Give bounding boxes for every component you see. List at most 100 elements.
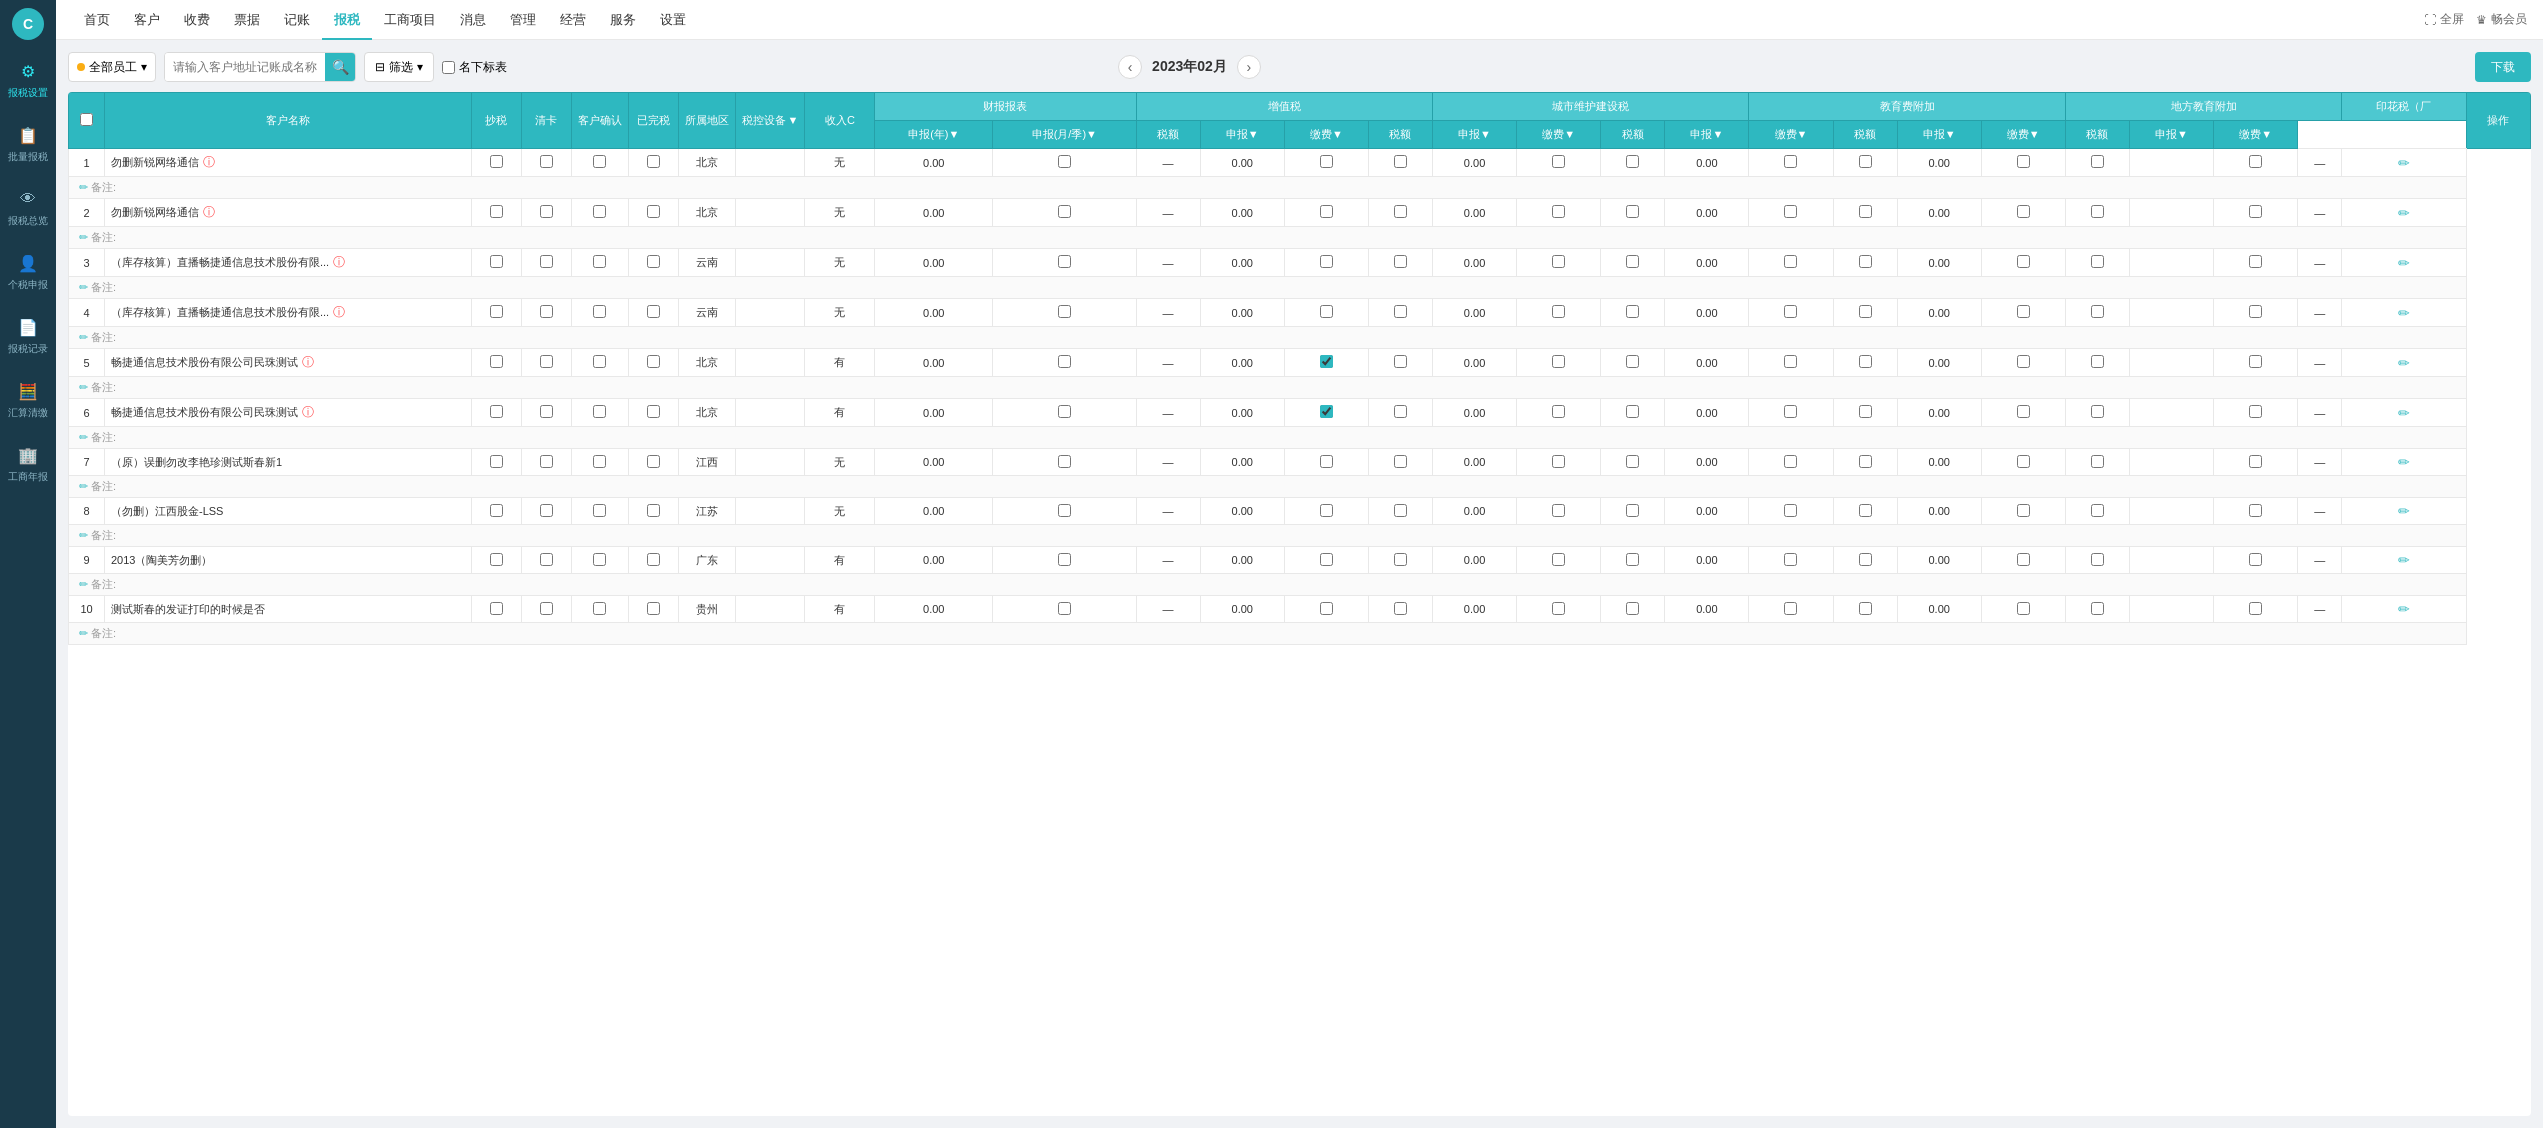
cell-yh-jiaofei[interactable]: — (2298, 199, 2342, 227)
cell-zzs-jiaofei[interactable] (1368, 149, 1432, 177)
jy-jiaofei-cb[interactable] (1859, 205, 1872, 218)
zzs-shenbao-cb[interactable] (1320, 553, 1333, 566)
df-jiaofei-cb[interactable] (2091, 155, 2104, 168)
confirm-checkbox[interactable] (593, 305, 606, 318)
cell-chaoshui[interactable] (471, 199, 521, 227)
jy-jiaofei-cb[interactable] (1859, 602, 1872, 615)
cell-jy-jiaofei[interactable] (1833, 299, 1897, 327)
qingka-checkbox[interactable] (540, 405, 553, 418)
cell-paid[interactable] (628, 498, 678, 525)
nav-service[interactable]: 服务 (598, 0, 648, 40)
cell-yh-jiaofei[interactable]: — (2298, 596, 2342, 623)
zzs-jiaofei-cb[interactable] (1394, 255, 1407, 268)
cell-chaoshui[interactable] (471, 547, 521, 574)
note-edit-icon[interactable]: ✏ (79, 331, 88, 343)
nav-customer[interactable]: 客户 (122, 0, 172, 40)
nav-message[interactable]: 消息 (448, 0, 498, 40)
cell-cs-shenbao[interactable] (1517, 449, 1601, 476)
zzs-shenbao-cb[interactable] (1320, 504, 1333, 517)
jy-jiaofei-cb[interactable] (1859, 305, 1872, 318)
cell-cs-jiaofei[interactable] (1601, 399, 1665, 427)
cell-chaoshui[interactable] (471, 149, 521, 177)
cell-yh-shenbao[interactable] (2214, 349, 2298, 377)
cell-cs-jiaofei[interactable] (1601, 299, 1665, 327)
confirm-checkbox[interactable] (593, 504, 606, 517)
jy-jiaofei-cb[interactable] (1859, 255, 1872, 268)
th-caibao-month[interactable]: 申报(月/季)▼ (993, 121, 1136, 149)
zzs-shenbao-cb[interactable] (1320, 602, 1333, 615)
cell-cs-jiaofei[interactable] (1601, 249, 1665, 277)
edit-icon[interactable]: ✏ (2398, 305, 2410, 321)
cs-shenbao-cb[interactable] (1552, 602, 1565, 615)
cell-jy-shenbao[interactable] (1749, 498, 1833, 525)
cell-jy-jiaofei[interactable] (1833, 349, 1897, 377)
jy-shenbao-cb[interactable] (1784, 355, 1797, 368)
qingka-checkbox[interactable] (540, 205, 553, 218)
qingka-checkbox[interactable] (540, 355, 553, 368)
cell-zzs-jiaofei[interactable] (1368, 596, 1432, 623)
cell-df-jiaofei[interactable] (2065, 199, 2129, 227)
cs-shenbao-cb[interactable] (1552, 255, 1565, 268)
cell-yh-shenbao[interactable] (2214, 596, 2298, 623)
edit-icon[interactable]: ✏ (2398, 454, 2410, 470)
edit-icon[interactable]: ✏ (2398, 601, 2410, 617)
cell-df-jiaofei[interactable] (2065, 349, 2129, 377)
cell-paid[interactable] (628, 299, 678, 327)
edit-icon[interactable]: ✏ (2398, 255, 2410, 271)
cell-action[interactable]: ✏ (2342, 498, 2467, 525)
cs-shenbao-cb[interactable] (1552, 305, 1565, 318)
zzs-shenbao-cb[interactable] (1320, 405, 1333, 418)
confirm-checkbox[interactable] (593, 355, 606, 368)
sidebar-item-baoshui-jilu[interactable]: 📄 报税记录 (0, 304, 56, 368)
cs-jiaofei-cb[interactable] (1626, 355, 1639, 368)
jy-jiaofei-cb[interactable] (1859, 504, 1872, 517)
cell-zzs-jiaofei[interactable] (1368, 399, 1432, 427)
nav-tax[interactable]: 报税 (322, 0, 372, 40)
note-edit-icon[interactable]: ✏ (79, 627, 88, 639)
cell-cs-jiaofei[interactable] (1601, 199, 1665, 227)
cell-df-jiaofei[interactable] (2065, 547, 2129, 574)
employee-filter[interactable]: 全部员工 ▾ (68, 52, 156, 82)
cell-jy-shenbao[interactable] (1749, 199, 1833, 227)
cell-df-shenbao[interactable] (1981, 199, 2065, 227)
df-shenbao-cb[interactable] (2017, 355, 2030, 368)
th-df-shenbao[interactable]: 申报▼ (1897, 121, 1981, 149)
df-shenbao-cb[interactable] (2017, 455, 2030, 468)
zzs-jiaofei-cb[interactable] (1394, 405, 1407, 418)
cell-qingka[interactable] (521, 399, 571, 427)
th-caibao-year[interactable]: 申报(年)▼ (875, 121, 993, 149)
th-jy-jiaofei[interactable]: 缴费▼ (1749, 121, 1833, 149)
cell-confirm[interactable] (571, 547, 628, 574)
cell-zzs-shenbao[interactable] (1284, 349, 1368, 377)
chaoshui-checkbox[interactable] (490, 504, 503, 517)
cell-zzs-jiaofei[interactable] (1368, 249, 1432, 277)
df-shenbao-cb[interactable] (2017, 405, 2030, 418)
cell-df-shenbao[interactable] (1981, 249, 2065, 277)
cell-paid[interactable] (628, 149, 678, 177)
th-yh-shenbao[interactable]: 申报▼ (2130, 121, 2214, 149)
cell-confirm[interactable] (571, 596, 628, 623)
cell-paid[interactable] (628, 399, 678, 427)
chaoshui-checkbox[interactable] (490, 255, 503, 268)
cs-jiaofei-cb[interactable] (1626, 553, 1639, 566)
cell-jy-jiaofei[interactable] (1833, 199, 1897, 227)
cell-df-jiaofei[interactable] (2065, 596, 2129, 623)
cell-zzs-jiaofei[interactable] (1368, 547, 1432, 574)
cell-zzs-shenbao[interactable] (1284, 199, 1368, 227)
zzs-shenbao-cb[interactable] (1320, 355, 1333, 368)
cell-caibao-year[interactable] (993, 547, 1136, 574)
nav-home[interactable]: 首页 (72, 0, 122, 40)
cell-chaoshui[interactable] (471, 299, 521, 327)
cell-confirm[interactable] (571, 299, 628, 327)
cell-cs-shenbao[interactable] (1517, 149, 1601, 177)
cell-jy-shenbao[interactable] (1749, 449, 1833, 476)
cell-zzs-shenbao[interactable] (1284, 299, 1368, 327)
chaoshui-checkbox[interactable] (490, 305, 503, 318)
cell-yh-shenbao[interactable] (2214, 149, 2298, 177)
jy-jiaofei-cb[interactable] (1859, 355, 1872, 368)
zzs-shenbao-cb[interactable] (1320, 255, 1333, 268)
yh-shenbao-cb[interactable] (2249, 355, 2262, 368)
zzs-jiaofei-cb[interactable] (1394, 602, 1407, 615)
jy-shenbao-cb[interactable] (1784, 504, 1797, 517)
filter-button[interactable]: ⊟ 筛选 ▾ (364, 52, 434, 82)
